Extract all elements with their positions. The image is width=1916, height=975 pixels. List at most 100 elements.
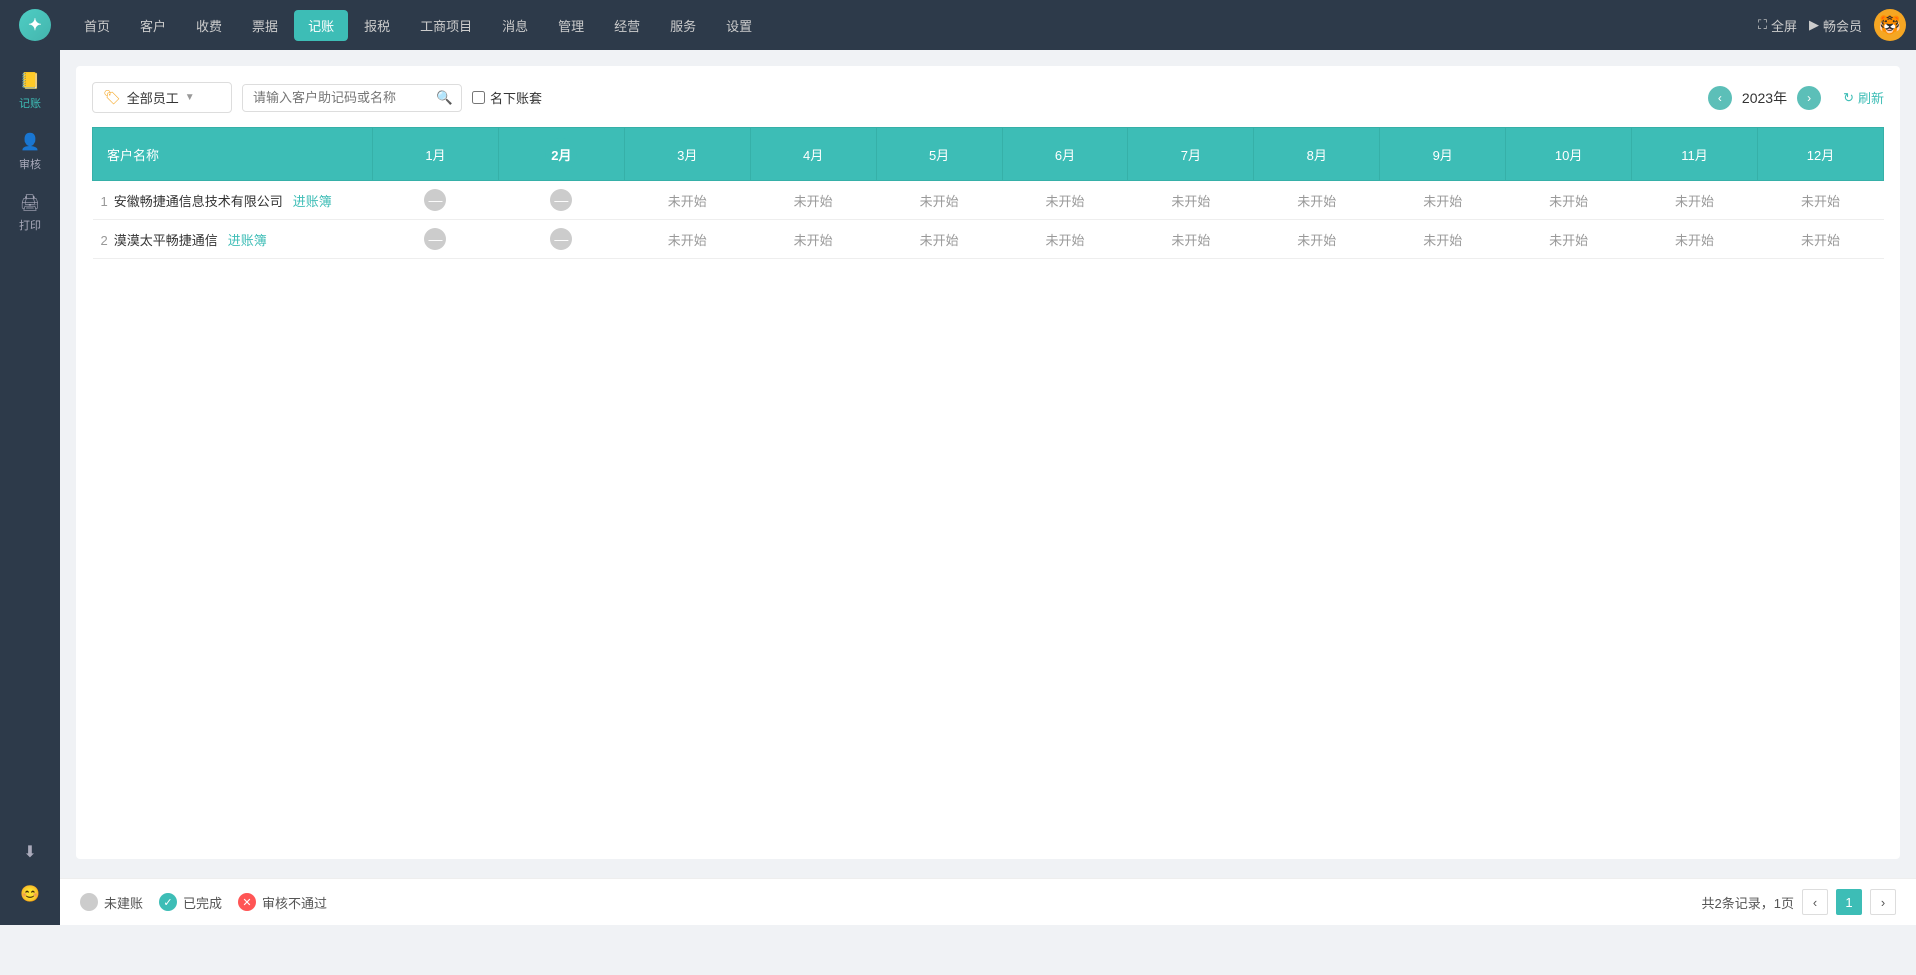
month-cell-0-8: 未开始 xyxy=(1380,181,1506,220)
not-started-label: 未开始 xyxy=(1549,233,1588,248)
sidebar-icon-打印: 🖨 xyxy=(19,192,41,214)
legend-label-teal: 已完成 xyxy=(183,893,222,912)
pagination-prev-button[interactable]: ‹ xyxy=(1802,889,1828,915)
table-header: 客户名称1月2月3月4月5月6月7月8月9月10月11月12月 xyxy=(93,128,1884,181)
refresh-label: 刷新 xyxy=(1858,88,1884,107)
vip-icon: ▶ xyxy=(1809,17,1819,33)
sidebar-item-记账[interactable]: 📒记账 xyxy=(0,60,60,121)
search-input[interactable] xyxy=(243,85,428,110)
accounts-table: 客户名称1月2月3月4月5月6月7月8月9月10月11月12月 1安徽畅捷通信息… xyxy=(92,127,1884,259)
month-cell-1-10: 未开始 xyxy=(1632,220,1758,259)
year-next-button[interactable]: › xyxy=(1797,86,1821,110)
not-started-label: 未开始 xyxy=(920,233,959,248)
col-header-11: 11月 xyxy=(1632,128,1758,181)
refresh-button[interactable]: ↻ 刷新 xyxy=(1843,88,1884,107)
legend-label-grey: 未建账 xyxy=(104,893,143,912)
search-button[interactable]: 🔍 xyxy=(428,85,461,111)
sidebar-bottom-item-1[interactable]: 😊 xyxy=(19,873,41,915)
month-cell-1-1: — xyxy=(498,220,624,259)
nav-item-经营[interactable]: 经营 xyxy=(600,10,654,41)
nav-item-服务[interactable]: 服务 xyxy=(656,10,710,41)
not-started-label: 未开始 xyxy=(1675,233,1714,248)
enter-ledger-button-1[interactable]: 进账簿 xyxy=(228,233,267,248)
refresh-icon: ↻ xyxy=(1843,90,1854,106)
user-avatar[interactable]: 🐯 xyxy=(1874,9,1906,41)
dropdown-arrow-icon: ▼ xyxy=(185,92,195,103)
legend: 未建账 ✓已完成 ✕ 审核不通过 xyxy=(80,893,327,912)
not-started-label: 未开始 xyxy=(1423,194,1462,209)
not-started-label: 未开始 xyxy=(920,194,959,209)
logo-icon: ✦ xyxy=(19,9,51,41)
legend-label-red: 审核不通过 xyxy=(262,893,327,912)
sidebar-item-打印[interactable]: 🖨打印 xyxy=(0,182,60,243)
client-name-cell-0: 1安徽畅捷通信息技术有限公司进账簿 xyxy=(93,181,373,220)
nav-item-客户[interactable]: 客户 xyxy=(126,10,180,41)
nav-item-管理[interactable]: 管理 xyxy=(544,10,598,41)
col-header-8: 8月 xyxy=(1254,128,1380,181)
col-header-3: 3月 xyxy=(624,128,750,181)
main-content: 🏷 全部员工 ▼ 🔍 名下账套 ‹ 2023年 › ↻ 刷新 xyxy=(60,50,1916,925)
nav-item-工商项目[interactable]: 工商项目 xyxy=(406,10,486,41)
app-logo[interactable]: ✦ xyxy=(10,9,60,41)
status-dash-icon: — xyxy=(424,228,446,250)
my-accounts-label: 名下账套 xyxy=(490,88,542,107)
enter-ledger-button-0[interactable]: 进账簿 xyxy=(293,194,332,209)
month-cell-1-11: 未开始 xyxy=(1757,220,1883,259)
my-accounts-checkbox-label[interactable]: 名下账套 xyxy=(472,88,542,107)
not-started-label: 未开始 xyxy=(794,194,833,209)
sidebar-icon-记账: 📒 xyxy=(19,70,41,92)
month-cell-1-3: 未开始 xyxy=(750,220,876,259)
sidebar-bottom-icon-0: ⬇ xyxy=(19,841,41,863)
vip-button[interactable]: ▶ 畅会员 xyxy=(1809,16,1862,35)
not-started-label: 未开始 xyxy=(1423,233,1462,248)
pagination: 共2条记录，1页 ‹ 1 › xyxy=(1702,889,1896,915)
month-cell-0-9: 未开始 xyxy=(1506,181,1632,220)
month-cell-1-5: 未开始 xyxy=(1002,220,1128,259)
month-cell-1-0: — xyxy=(373,220,499,259)
col-header-4: 4月 xyxy=(750,128,876,181)
nav-menu: 首页客户收费票据记账报税工商项目消息管理经营服务设置 xyxy=(70,10,1758,41)
col-header-7: 7月 xyxy=(1128,128,1254,181)
sidebar-bottom-icon-1: 😊 xyxy=(19,883,41,905)
fullscreen-icon: ⛶ xyxy=(1758,17,1767,33)
legend-item-red: ✕ 审核不通过 xyxy=(238,893,327,912)
pagination-next-button[interactable]: › xyxy=(1870,889,1896,915)
sidebar-item-审核[interactable]: 👤审核 xyxy=(0,121,60,182)
month-cell-0-3: 未开始 xyxy=(750,181,876,220)
nav-item-票据[interactable]: 票据 xyxy=(238,10,292,41)
legend-dot-red: ✕ xyxy=(238,893,256,911)
not-started-label: 未开始 xyxy=(1801,194,1840,209)
table-row: 1安徽畅捷通信息技术有限公司进账簿——未开始未开始未开始未开始未开始未开始未开始… xyxy=(93,181,1884,220)
month-cell-1-6: 未开始 xyxy=(1128,220,1254,259)
year-prev-button[interactable]: ‹ xyxy=(1708,86,1732,110)
not-started-label: 未开始 xyxy=(1045,194,1084,209)
month-cell-1-2: 未开始 xyxy=(624,220,750,259)
legend-item-teal: ✓已完成 xyxy=(159,893,222,912)
employee-select-label: 全部员工 xyxy=(127,88,179,107)
sidebar-bottom-item-0[interactable]: ⬇ xyxy=(19,831,41,873)
nav-item-消息[interactable]: 消息 xyxy=(488,10,542,41)
my-accounts-checkbox[interactable] xyxy=(472,91,485,104)
employee-select-dropdown[interactable]: 🏷 全部员工 ▼ xyxy=(92,82,232,113)
not-started-label: 未开始 xyxy=(1171,194,1210,209)
month-cell-0-4: 未开始 xyxy=(876,181,1002,220)
row-number-0: 1 xyxy=(101,194,108,209)
table-row: 2漠漠太平畅捷通信进账簿——未开始未开始未开始未开始未开始未开始未开始未开始未开… xyxy=(93,220,1884,259)
month-cell-1-7: 未开始 xyxy=(1254,220,1380,259)
pagination-page-1-button[interactable]: 1 xyxy=(1836,889,1862,915)
nav-item-收费[interactable]: 收费 xyxy=(182,10,236,41)
employee-tag-icon: 🏷 xyxy=(103,89,121,106)
fullscreen-button[interactable]: ⛶ 全屏 xyxy=(1758,16,1797,35)
nav-right-section: ⛶ 全屏 ▶ 畅会员 🐯 xyxy=(1758,9,1906,41)
month-cell-0-5: 未开始 xyxy=(1002,181,1128,220)
status-dash-icon: — xyxy=(550,228,572,250)
nav-item-设置[interactable]: 设置 xyxy=(712,10,766,41)
col-header-12: 12月 xyxy=(1757,128,1883,181)
nav-item-记账[interactable]: 记账 xyxy=(294,10,348,41)
month-cell-1-4: 未开始 xyxy=(876,220,1002,259)
toolbar: 🏷 全部员工 ▼ 🔍 名下账套 ‹ 2023年 › ↻ 刷新 xyxy=(92,82,1884,113)
fullscreen-label: 全屏 xyxy=(1771,16,1797,35)
nav-item-报税[interactable]: 报税 xyxy=(350,10,404,41)
nav-item-首页[interactable]: 首页 xyxy=(70,10,124,41)
month-cell-0-6: 未开始 xyxy=(1128,181,1254,220)
